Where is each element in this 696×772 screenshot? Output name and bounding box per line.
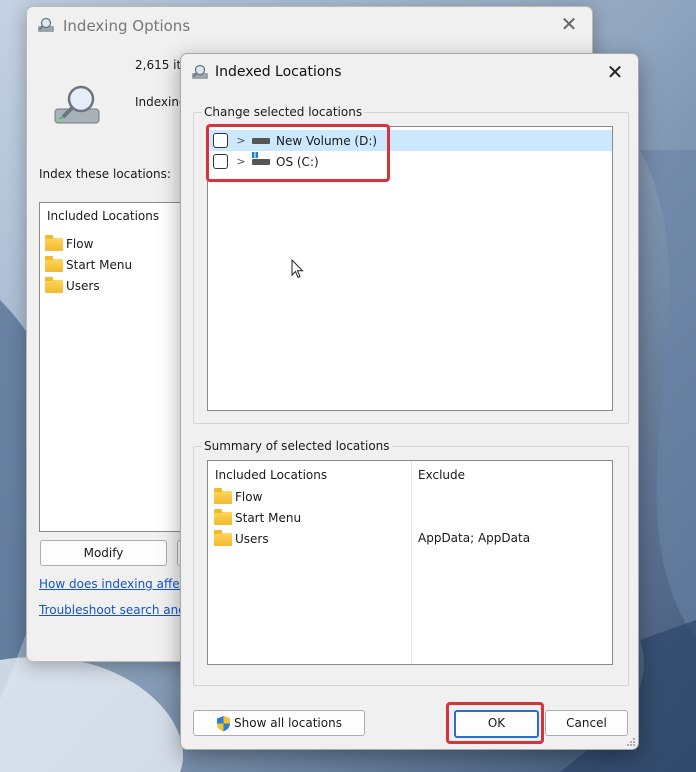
- search-drive-icon: [192, 64, 208, 79]
- tree-item-d-drive[interactable]: > New Volume (D:): [208, 130, 612, 151]
- list-item[interactable]: Start Menu: [45, 255, 133, 273]
- folder-icon: [214, 529, 232, 546]
- locations-tree[interactable]: > New Volume (D:) > OS (C:): [207, 126, 613, 411]
- dialog-title: Indexed Locations: [215, 64, 342, 80]
- chevron-right-icon[interactable]: >: [234, 134, 248, 147]
- list-item-label: Flow: [66, 237, 94, 251]
- indexing-help-link[interactable]: How does indexing affect: [39, 577, 191, 591]
- close-icon[interactable]: ✕: [558, 13, 580, 35]
- drive-label: OS (C:): [276, 154, 319, 169]
- chevron-right-icon[interactable]: >: [234, 155, 248, 168]
- show-all-locations-button[interactable]: Show all locations: [193, 710, 365, 736]
- search-drive-icon: [38, 17, 54, 32]
- column-header-exclude[interactable]: Exclude: [418, 468, 465, 482]
- summary-locations-group: Summary of selected locations Included L…: [193, 439, 629, 686]
- list-item-label: Start Menu: [66, 258, 133, 272]
- cancel-button[interactable]: Cancel: [545, 710, 628, 736]
- drive-label: New Volume (D:): [276, 133, 378, 148]
- location-cell: Users: [235, 532, 269, 546]
- table-row[interactable]: Flow: [214, 487, 263, 505]
- close-icon[interactable]: ✕: [604, 61, 626, 83]
- ok-button[interactable]: OK: [454, 710, 539, 738]
- folder-icon: [45, 234, 63, 251]
- indexing-drive-icon: [54, 85, 100, 124]
- location-cell: Flow: [235, 490, 263, 504]
- dialog-title-bar: Indexed Locations ✕: [181, 54, 638, 90]
- list-item[interactable]: Users: [45, 276, 100, 294]
- column-header-included[interactable]: Included Locations: [215, 468, 327, 482]
- resize-grip-icon[interactable]: [626, 737, 636, 747]
- summary-table[interactable]: Included Locations Exclude Flow Start Me…: [207, 460, 613, 665]
- summary-locations-label: Summary of selected locations: [202, 439, 392, 453]
- show-all-label: Show all locations: [234, 716, 342, 730]
- column-divider: [411, 461, 412, 664]
- indexed-locations-dialog: Indexed Locations ✕ Change selected loca…: [180, 53, 639, 750]
- modify-button[interactable]: Modify: [40, 540, 167, 566]
- tree-item-c-drive[interactable]: > OS (C:): [208, 151, 612, 172]
- list-item-label: Users: [66, 279, 100, 293]
- folder-icon: [45, 255, 63, 272]
- exclude-cell: AppData; AppData: [418, 531, 531, 545]
- table-row[interactable]: Start Menu: [214, 508, 302, 526]
- os-drive-icon: [252, 151, 270, 165]
- mouse-cursor-icon: [291, 259, 304, 279]
- list-header: Included Locations: [47, 209, 160, 223]
- folder-icon: [214, 487, 232, 504]
- checkbox-c-drive[interactable]: [213, 154, 228, 169]
- drive-icon: [252, 137, 270, 144]
- location-cell: Start Menu: [235, 511, 302, 525]
- folder-icon: [45, 276, 63, 293]
- uac-shield-icon: [217, 715, 231, 731]
- window-title: Indexing Options: [63, 17, 191, 35]
- title-bar: Indexing Options ✕: [27, 7, 592, 43]
- index-locations-label: Index these locations:: [39, 167, 171, 181]
- change-locations-group: Change selected locations > New Volume (…: [193, 105, 629, 424]
- windows-logo-icon: [252, 151, 258, 158]
- troubleshoot-link[interactable]: Troubleshoot search and: [39, 603, 186, 617]
- checkbox-d-drive[interactable]: [213, 133, 228, 148]
- list-item[interactable]: Flow: [45, 234, 94, 252]
- folder-icon: [214, 508, 232, 525]
- table-row[interactable]: Users: [214, 529, 269, 547]
- change-locations-label: Change selected locations: [202, 105, 365, 119]
- indexing-status-text: Indexing: [135, 95, 187, 109]
